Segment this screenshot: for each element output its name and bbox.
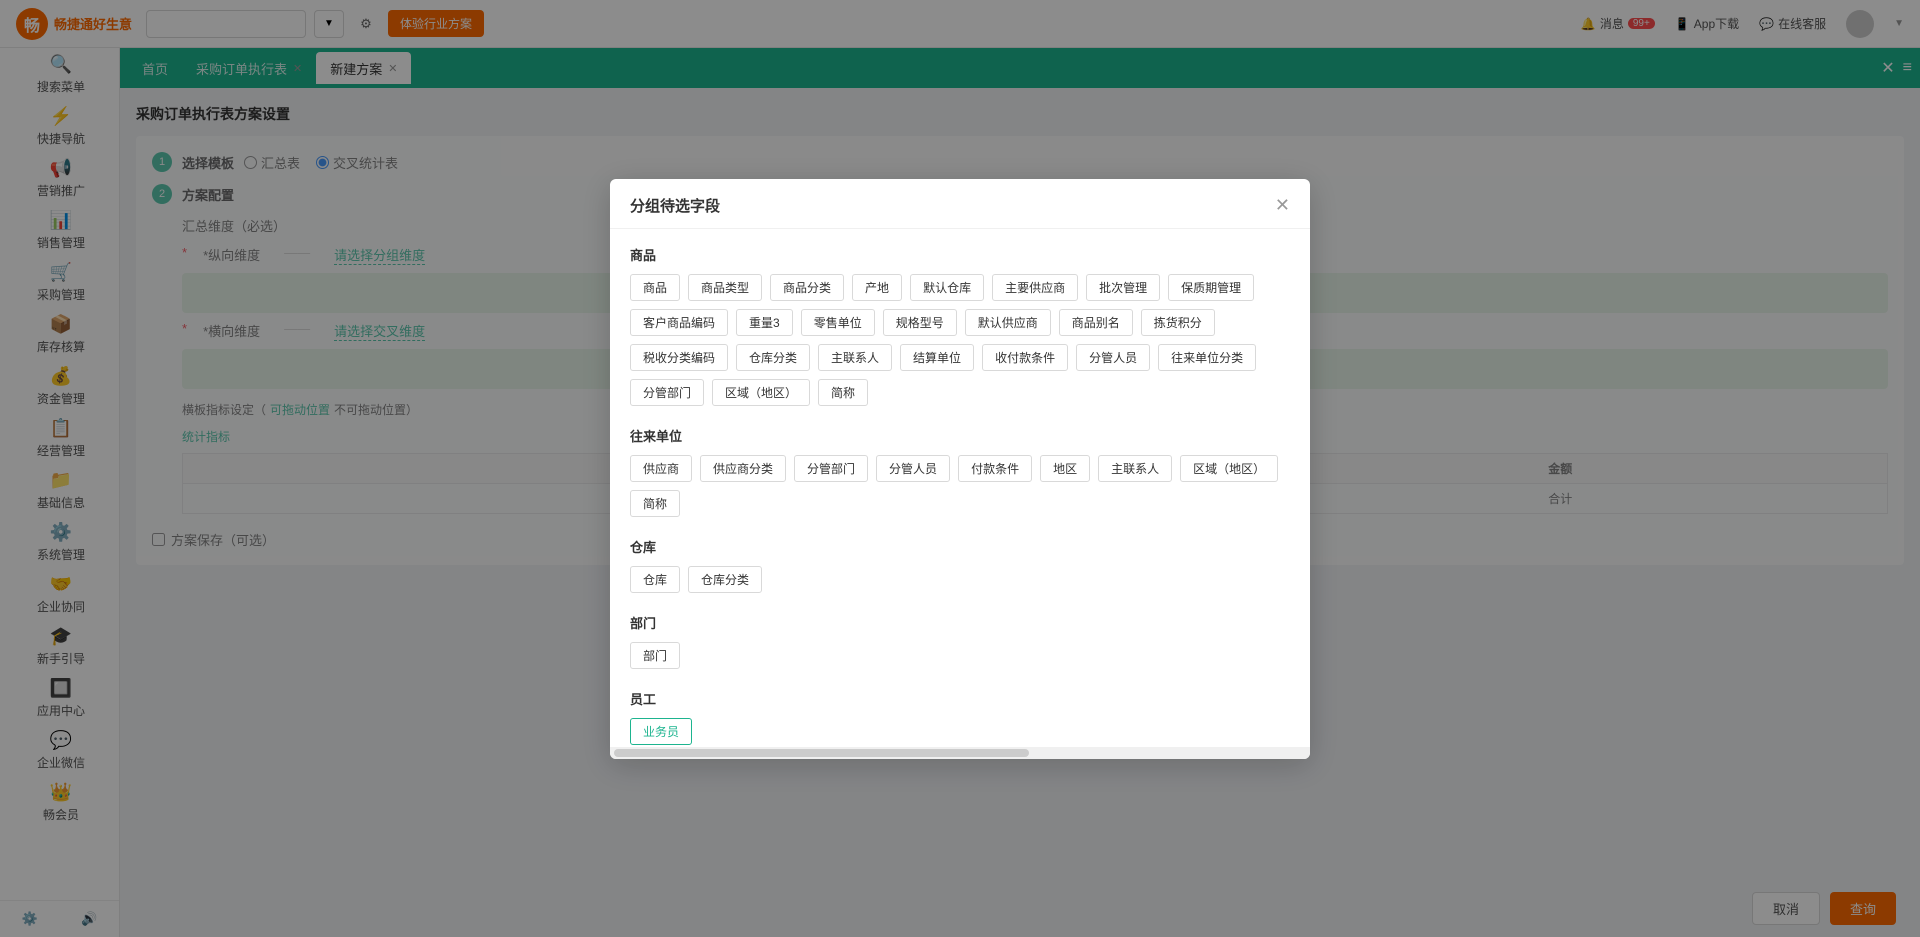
section-staff-title: 员工 [630,689,1290,708]
section-dept-title: 部门 [630,613,1290,632]
field-tag[interactable]: 默认供应商 [965,309,1051,336]
section-product: 商品 商品 商品类型 商品分类 产地 默认仓库 主要供应商 批次管理 保质期管理… [630,245,1290,406]
modal-horizontal-scrollbar[interactable] [610,747,1310,759]
field-tag[interactable]: 分管部门 [630,379,704,406]
section-partner-tags: 供应商 供应商分类 分管部门 分管人员 付款条件 地区 主联系人 区域（地区） … [630,455,1290,517]
modal-overlay: 分组待选字段 ✕ 商品 商品 商品类型 商品分类 产地 默认仓库 主要供应商 批… [0,0,1920,937]
field-tag[interactable]: 分管人员 [1076,344,1150,371]
section-product-title: 商品 [630,245,1290,264]
section-staff: 员工 业务员 [630,689,1290,745]
scrollbar-thumb [614,749,1029,757]
modal-close-button[interactable]: ✕ [1275,195,1290,216]
field-tag[interactable]: 供应商 [630,455,692,482]
field-tag[interactable]: 业务员 [630,718,692,745]
field-tag[interactable]: 商品类型 [688,274,762,301]
field-tag[interactable]: 保质期管理 [1168,274,1254,301]
field-tag[interactable]: 部门 [630,642,680,669]
field-tag[interactable]: 分管部门 [794,455,868,482]
field-tag[interactable]: 重量3 [736,309,793,336]
field-tag[interactable]: 简称 [818,379,868,406]
field-tag[interactable]: 默认仓库 [910,274,984,301]
field-tag[interactable]: 付款条件 [958,455,1032,482]
section-partner-title: 往来单位 [630,426,1290,445]
field-tag[interactable]: 收付款条件 [982,344,1068,371]
field-tag[interactable]: 主联系人 [1098,455,1172,482]
section-warehouse: 仓库 仓库 仓库分类 [630,537,1290,593]
field-tag[interactable]: 地区 [1040,455,1090,482]
field-tag[interactable]: 批次管理 [1086,274,1160,301]
field-tag[interactable]: 区域（地区） [712,379,810,406]
modal-header: 分组待选字段 ✕ [610,179,1310,229]
section-dept: 部门 部门 [630,613,1290,669]
section-dept-tags: 部门 [630,642,1290,669]
section-warehouse-title: 仓库 [630,537,1290,556]
field-tag[interactable]: 客户商品编码 [630,309,728,336]
field-tag[interactable]: 往来单位分类 [1158,344,1256,371]
field-tag[interactable]: 简称 [630,490,680,517]
field-tag[interactable]: 产地 [852,274,902,301]
field-tag[interactable]: 主联系人 [818,344,892,371]
field-tag[interactable]: 规格型号 [883,309,957,336]
field-tag[interactable]: 供应商分类 [700,455,786,482]
field-tag[interactable]: 仓库 [630,566,680,593]
field-tag[interactable]: 零售单位 [801,309,875,336]
field-tag[interactable]: 税收分类编码 [630,344,728,371]
field-tag[interactable]: 仓库分类 [736,344,810,371]
section-staff-tags: 业务员 [630,718,1290,745]
field-tag[interactable]: 分管人员 [876,455,950,482]
modal-title: 分组待选字段 [630,195,720,216]
field-tag[interactable]: 拣货积分 [1141,309,1215,336]
section-warehouse-tags: 仓库 仓库分类 [630,566,1290,593]
section-product-tags: 商品 商品类型 商品分类 产地 默认仓库 主要供应商 批次管理 保质期管理 客户… [630,274,1290,406]
field-tag[interactable]: 商品分类 [770,274,844,301]
field-tag[interactable]: 商品 [630,274,680,301]
field-tag[interactable]: 仓库分类 [688,566,762,593]
field-tag[interactable]: 区域（地区） [1180,455,1278,482]
field-tag[interactable]: 结算单位 [900,344,974,371]
field-tag[interactable]: 商品别名 [1059,309,1133,336]
modal-body: 商品 商品 商品类型 商品分类 产地 默认仓库 主要供应商 批次管理 保质期管理… [610,229,1310,747]
field-select-modal: 分组待选字段 ✕ 商品 商品 商品类型 商品分类 产地 默认仓库 主要供应商 批… [610,179,1310,759]
field-tag[interactable]: 主要供应商 [992,274,1078,301]
section-partner: 往来单位 供应商 供应商分类 分管部门 分管人员 付款条件 地区 主联系人 区域… [630,426,1290,517]
